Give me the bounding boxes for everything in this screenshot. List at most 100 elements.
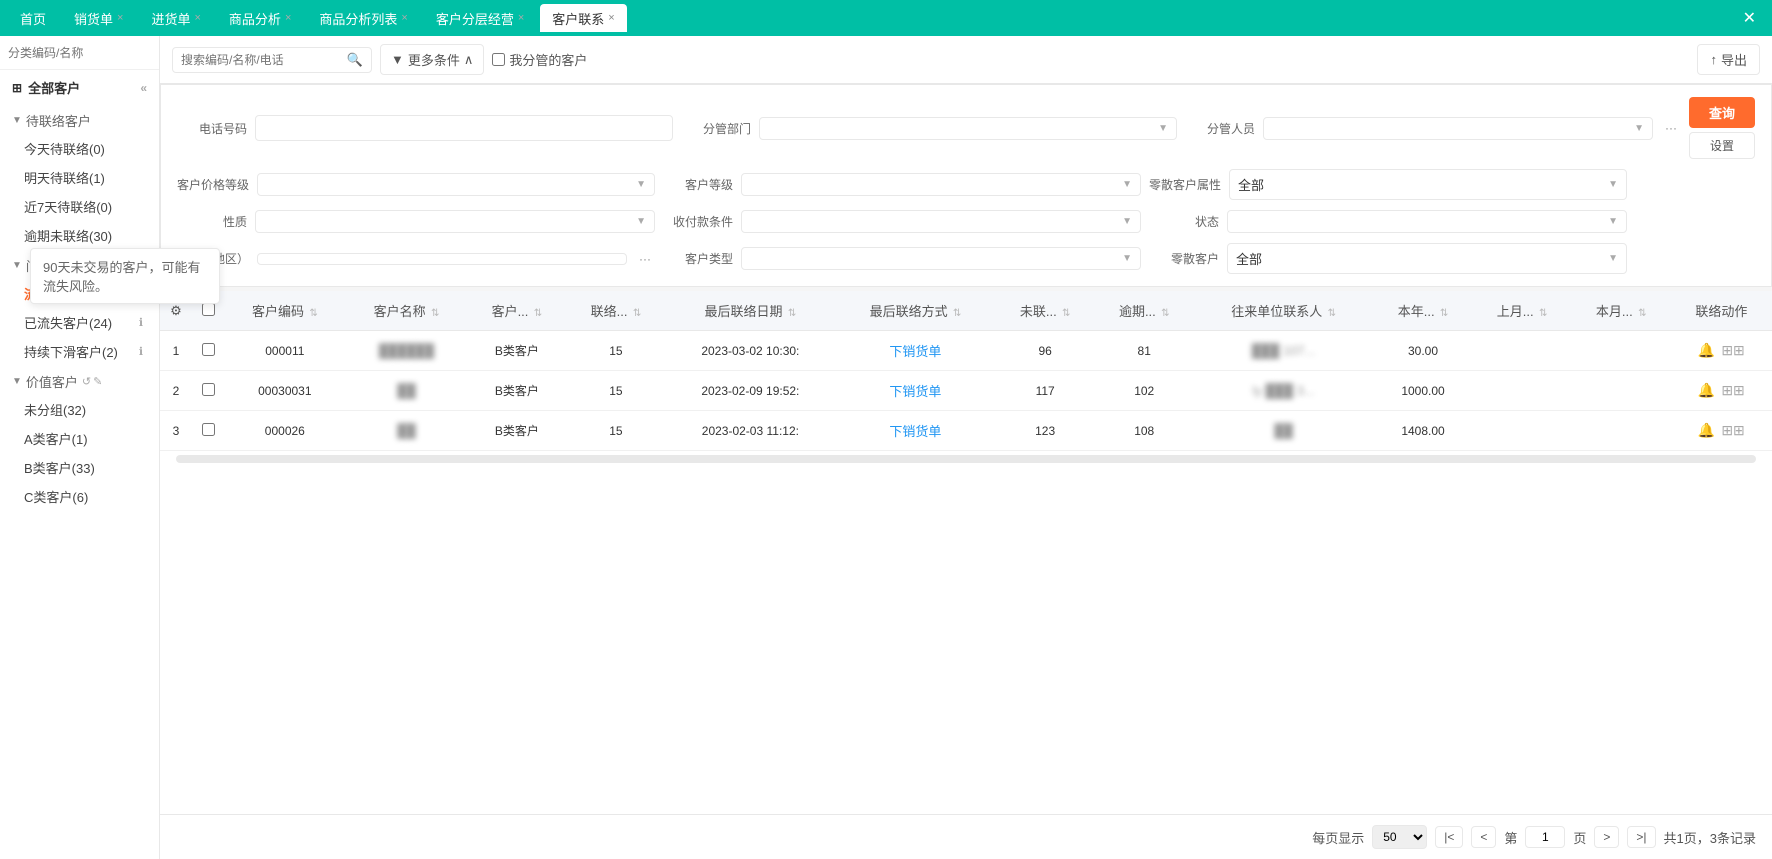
filter-status-select[interactable]: ▼ xyxy=(1227,210,1627,233)
nav-tab-home[interactable]: 首页 xyxy=(8,9,58,28)
sidebar-item-7days[interactable]: 近7天待联络(0) xyxy=(0,192,159,221)
sidebar-pending-contact-group[interactable]: ▼ 待联络客户 xyxy=(0,105,159,134)
row-code: 000026 xyxy=(224,411,346,451)
row-last-method[interactable]: 下销货单 xyxy=(835,411,995,451)
sidebar-value-customer-group[interactable]: ▼ 价值客户 ↺ ✎ xyxy=(0,366,159,395)
sidebar-item-overdue[interactable]: 逾期未联络(30) xyxy=(0,221,159,250)
nav-tab-analysis-list[interactable]: 商品分析列表 × xyxy=(307,4,419,32)
my-customer-checkbox-wrap[interactable]: 我分管的客户 xyxy=(492,50,587,69)
filter-phone: 电话号码 xyxy=(177,115,673,141)
row-code: 000011 xyxy=(224,331,346,371)
action-contact-icon[interactable]: 🔔 xyxy=(1698,422,1715,439)
last-page-button[interactable]: >| xyxy=(1627,826,1655,848)
my-customer-checkbox[interactable] xyxy=(492,53,505,66)
filter-cust-grade-select[interactable]: ▼ xyxy=(741,173,1141,196)
col-name: 客户名称 ⇅ xyxy=(346,291,468,331)
sidebar-all-customers[interactable]: ⊞ 全部客户 « xyxy=(0,70,159,105)
action-more-icon[interactable]: ⊞⊞ xyxy=(1721,422,1744,439)
row-select-checkbox[interactable] xyxy=(202,423,215,436)
info-icon: ℹ xyxy=(139,345,143,358)
filter-cust-type-select[interactable]: ▼ xyxy=(741,247,1141,270)
sidebar-item-ungroup[interactable]: 未分组(32) xyxy=(0,395,159,424)
prev-page-button[interactable]: < xyxy=(1471,826,1496,848)
filter-nature-select[interactable]: ▼ xyxy=(255,210,655,233)
settings-icon[interactable]: ⚙ xyxy=(170,303,182,318)
horizontal-scrollbar[interactable] xyxy=(176,455,1756,463)
close-icon[interactable]: × xyxy=(401,12,407,24)
close-icon[interactable]: × xyxy=(518,12,524,24)
query-button[interactable]: 查询 xyxy=(1689,97,1755,128)
row-contact: 15 xyxy=(566,411,665,451)
filter-phone-input[interactable] xyxy=(255,115,673,141)
close-icon[interactable]: × xyxy=(608,12,614,24)
row-last-method[interactable]: 下销货单 xyxy=(835,331,995,371)
row-name: ██ xyxy=(346,411,468,451)
info-icon: ℹ xyxy=(139,316,143,329)
row-last-month xyxy=(1473,371,1572,411)
sidebar-item-class-b[interactable]: B类客户(33) xyxy=(0,453,159,482)
row-actions: 🔔 ⊞⊞ xyxy=(1671,331,1772,371)
action-contact-icon[interactable]: 🔔 xyxy=(1698,342,1715,359)
sidebar-item-churned[interactable]: 已流失客户(24) ℹ xyxy=(0,308,159,337)
sidebar-item-tomorrow[interactable]: 明天待联络(1) xyxy=(0,163,159,192)
select-all-checkbox[interactable] xyxy=(202,303,215,316)
sidebar-search-input[interactable] xyxy=(8,46,160,60)
row-unlink-days: 123 xyxy=(996,411,1095,451)
col-code: 客户编码 ⇅ xyxy=(224,291,346,331)
nav-tab-purchase[interactable]: 进货单 × xyxy=(139,4,212,32)
sort-icon: ⇅ xyxy=(1440,308,1448,319)
first-page-button[interactable]: |< xyxy=(1435,826,1463,848)
more-icon[interactable]: ··· xyxy=(1661,121,1681,135)
close-icon[interactable]: × xyxy=(285,12,291,24)
arrow-icon: ▼ xyxy=(12,376,22,387)
nav-tab-customer-layer[interactable]: 客户分层经营 × xyxy=(424,4,536,32)
sidebar-item-class-c[interactable]: C类客户(6) xyxy=(0,482,159,511)
action-more-icon[interactable]: ⊞⊞ xyxy=(1721,342,1744,359)
close-icon[interactable]: × xyxy=(194,12,200,24)
action-more-icon[interactable]: ⊞⊞ xyxy=(1721,382,1744,399)
per-page-select[interactable]: 50 100 200 xyxy=(1372,825,1427,849)
sidebar-item-class-a[interactable]: A类客户(1) xyxy=(0,424,159,453)
row-select-checkbox[interactable] xyxy=(202,343,215,356)
filter-dept-select[interactable]: ▼ xyxy=(759,117,1177,140)
export-button[interactable]: ↑ 导出 xyxy=(1697,44,1760,75)
nav-tab-customer-contact[interactable]: 客户联系 × xyxy=(540,4,626,32)
col-this-year: 本年... ⇅ xyxy=(1373,291,1472,331)
row-checkbox[interactable] xyxy=(192,331,224,371)
row-last-method[interactable]: 下销货单 xyxy=(835,371,995,411)
row-last-month xyxy=(1473,331,1572,371)
sidebar-item-today[interactable]: 今天待联络(0) xyxy=(0,134,159,163)
edit-icon[interactable]: ✎ xyxy=(93,375,102,388)
collapse-icon: « xyxy=(140,81,147,95)
row-checkbox[interactable] xyxy=(192,411,224,451)
filter-scattered-attr-select[interactable]: 全部 ▼ xyxy=(1229,169,1627,200)
settings-button[interactable]: 设置 xyxy=(1689,132,1755,159)
page-input[interactable] xyxy=(1525,826,1565,848)
filter-person-select[interactable]: ▼ xyxy=(1263,117,1653,140)
filter-scattered-select[interactable]: 全部 ▼ xyxy=(1227,243,1627,274)
sidebar-item-declining[interactable]: 持续下滑客户(2) ℹ xyxy=(0,337,159,366)
nav-tab-sales[interactable]: 销货单 × xyxy=(62,4,135,32)
search-input[interactable] xyxy=(181,53,343,67)
more-icon-region[interactable]: ··· xyxy=(635,252,655,266)
more-filter-button[interactable]: ▼ 更多条件 ∧ xyxy=(380,44,484,75)
window-close-icon[interactable]: ✕ xyxy=(1735,8,1764,28)
filter-price-grade-select[interactable]: ▼ xyxy=(257,173,655,196)
next-page-button[interactable]: > xyxy=(1594,826,1619,848)
action-contact-icon[interactable]: 🔔 xyxy=(1698,382,1715,399)
table-row: 3 000026 ██ B类客户 15 2023-02-03 11:12: 下销… xyxy=(160,411,1772,451)
row-select-checkbox[interactable] xyxy=(202,383,215,396)
filter-payment-select[interactable]: ▼ xyxy=(741,210,1141,233)
filter-status: 状态 ▼ xyxy=(1149,210,1627,233)
table-row: 2 00030031 ██ B类客户 15 2023-02-09 19:52: … xyxy=(160,371,1772,411)
row-contact: 15 xyxy=(566,371,665,411)
filter-region-select[interactable] xyxy=(257,253,627,265)
close-icon[interactable]: × xyxy=(117,12,123,24)
sidebar: 🔍 ⊞ 全部客户 « ▼ 待联络客户 今天待联络(0) 明天待联络(1) 近7天… xyxy=(0,36,160,859)
nav-tab-analysis[interactable]: 商品分析 × xyxy=(217,4,303,32)
chevron-down-icon: ▼ xyxy=(1608,216,1618,227)
row-checkbox[interactable] xyxy=(192,371,224,411)
refresh-icon[interactable]: ↺ xyxy=(82,375,91,388)
filter-scattered-label: 零散客户 xyxy=(1149,250,1219,267)
row-this-year: 1000.00 xyxy=(1373,371,1472,411)
